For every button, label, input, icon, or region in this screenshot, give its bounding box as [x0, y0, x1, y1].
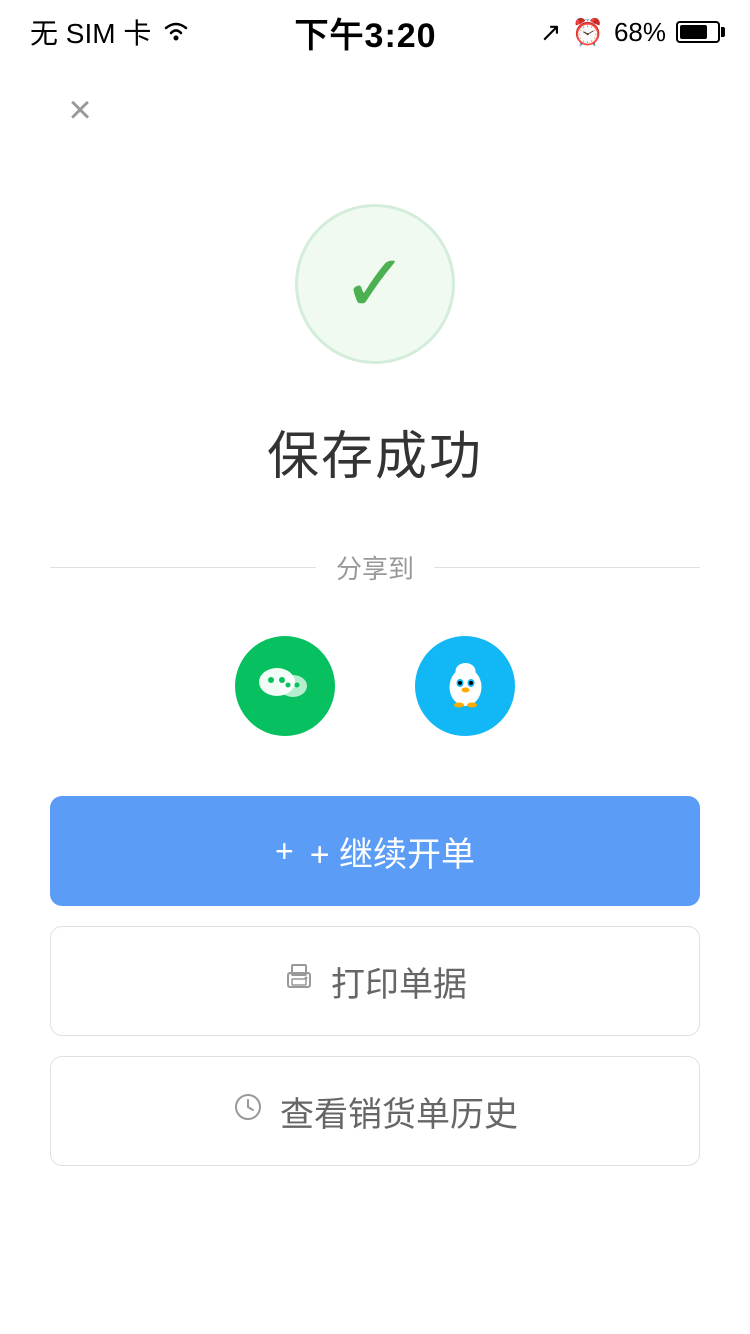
checkmark-icon: ✓ [341, 244, 408, 324]
close-button[interactable]: × [50, 80, 110, 140]
continue-order-button[interactable]: + + 继续开单 [50, 796, 700, 906]
carrier-text: 无 SIM 卡 [30, 12, 151, 52]
success-title: 保存成功 [267, 414, 483, 489]
status-left: 无 SIM 卡 [30, 12, 191, 52]
status-time: 下午3:20 [295, 8, 437, 57]
battery-icon [676, 21, 720, 43]
wechat-icon [255, 656, 315, 716]
main-content: ✓ 保存成功 分享到 [0, 64, 750, 1166]
history-button[interactable]: 查看销货单历史 [50, 1056, 700, 1166]
continue-order-label: + 继续开单 [310, 827, 475, 876]
success-circle: ✓ [295, 204, 455, 364]
divider-right [434, 567, 700, 568]
divider-left [50, 567, 316, 568]
print-label: 打印单据 [331, 957, 467, 1006]
qq-share-button[interactable] [415, 636, 515, 736]
alarm-icon: ⏰ [572, 17, 604, 48]
battery-percentage: 68% [614, 17, 666, 48]
status-right: ↗ ⏰ 68% [540, 17, 720, 48]
wifi-icon [161, 16, 191, 48]
close-icon: × [68, 90, 91, 130]
wechat-share-button[interactable] [235, 636, 335, 736]
history-label: 查看销货单历史 [280, 1087, 518, 1136]
share-section: 分享到 [0, 549, 750, 736]
share-label: 分享到 [316, 549, 434, 586]
actions: + + 继续开单 打印单据 查看销货单历 [0, 796, 750, 1166]
plus-icon: + [275, 833, 294, 870]
status-bar: 无 SIM 卡 下午3:20 ↗ ⏰ 68% [0, 0, 750, 64]
share-icons [50, 636, 700, 736]
location-icon: ↗ [540, 17, 562, 48]
share-divider: 分享到 [50, 549, 700, 586]
history-icon [232, 1091, 264, 1131]
print-button[interactable]: 打印单据 [50, 926, 700, 1036]
qq-icon [438, 659, 493, 714]
print-icon [283, 961, 315, 1001]
